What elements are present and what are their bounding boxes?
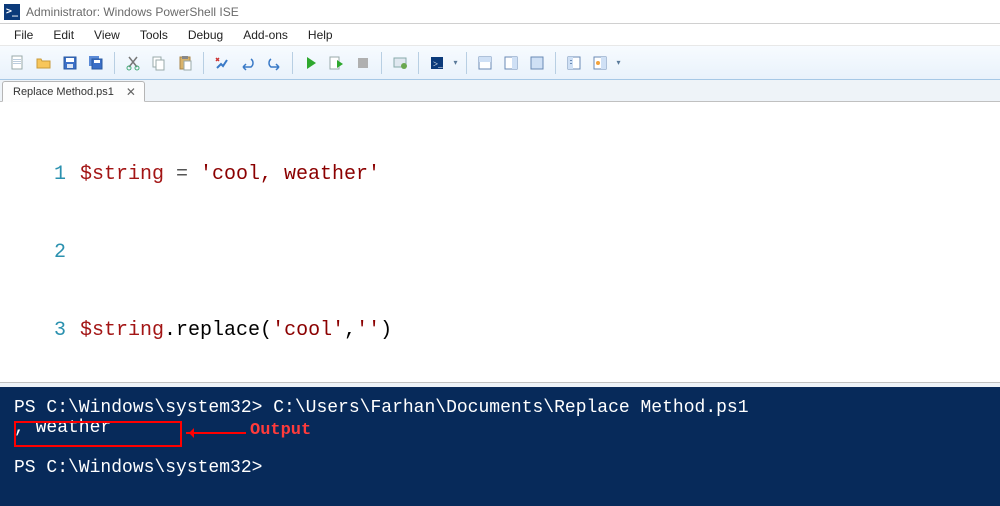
annotation-label: Output [250,421,311,440]
toolbar-separator [418,52,419,74]
stop-button[interactable] [351,51,375,75]
open-button[interactable] [32,51,56,75]
save-all-button[interactable] [84,51,108,75]
console-pane[interactable]: PS C:\Windows\system32> C:\Users\Farhan\… [0,388,1000,506]
script-editor[interactable]: 1 2 3 $string = 'cool, weather' $string.… [0,102,1000,382]
run-selection-button[interactable] [325,51,349,75]
file-tab-bar: Replace Method.ps1 ✕ [0,80,1000,102]
layout-script-right-button[interactable] [499,51,523,75]
layout-script-max-button[interactable] [525,51,549,75]
layout-script-top-button[interactable] [473,51,497,75]
copy-button[interactable] [147,51,171,75]
show-command-addon-button[interactable] [588,51,612,75]
powershell-tab-button[interactable]: >_ [425,51,449,75]
toolbar: >_ ▾ ▾ [0,46,1000,80]
code-line: $string = 'cool, weather' [80,162,1000,188]
new-button[interactable] [6,51,30,75]
menu-bar: File Edit View Tools Debug Add-ons Help [0,24,1000,46]
powershell-icon: >_ [4,4,20,20]
menu-tools[interactable]: Tools [132,26,176,44]
menu-edit[interactable]: Edit [45,26,82,44]
redo-button[interactable] [262,51,286,75]
window-title: Administrator: Windows PowerShell ISE [26,5,239,19]
close-icon[interactable]: ✕ [124,85,138,99]
console-prompt: PS C:\Windows\system32> [14,458,986,478]
svg-text:>_: >_ [433,59,443,69]
run-button[interactable] [299,51,323,75]
save-button[interactable] [58,51,82,75]
toolbar-separator [381,52,382,74]
toolbar-separator [466,52,467,74]
line-number: 2 [0,240,66,266]
line-number: 1 [0,162,66,188]
new-remote-button[interactable] [388,51,412,75]
paste-button[interactable] [173,51,197,75]
annotation-box [14,421,182,447]
menu-view[interactable]: View [86,26,128,44]
menu-file[interactable]: File [6,26,41,44]
toolbar-separator [203,52,204,74]
line-gutter: 1 2 3 [0,110,80,382]
code-line [80,240,1000,266]
clear-button[interactable] [210,51,234,75]
code-line: $string.replace('cool','') [80,318,1000,344]
undo-button[interactable] [236,51,260,75]
menu-addons[interactable]: Add-ons [235,26,296,44]
file-tab-active[interactable]: Replace Method.ps1 ✕ [2,81,145,102]
menu-debug[interactable]: Debug [180,26,231,44]
title-bar: >_ Administrator: Windows PowerShell ISE [0,0,1000,24]
cut-button[interactable] [121,51,145,75]
show-command-button[interactable] [562,51,586,75]
dropdown-icon[interactable]: ▾ [614,58,623,67]
toolbar-separator [114,52,115,74]
console-line: PS C:\Windows\system32> C:\Users\Farhan\… [14,398,986,418]
toolbar-separator [555,52,556,74]
menu-help[interactable]: Help [300,26,341,44]
dropdown-icon[interactable]: ▾ [451,58,460,67]
toolbar-separator [292,52,293,74]
annotation-arrow [186,432,246,434]
tab-label: Replace Method.ps1 [13,86,114,98]
line-number: 3 [0,318,66,344]
code-area[interactable]: $string = 'cool, weather' $string.replac… [80,110,1000,382]
